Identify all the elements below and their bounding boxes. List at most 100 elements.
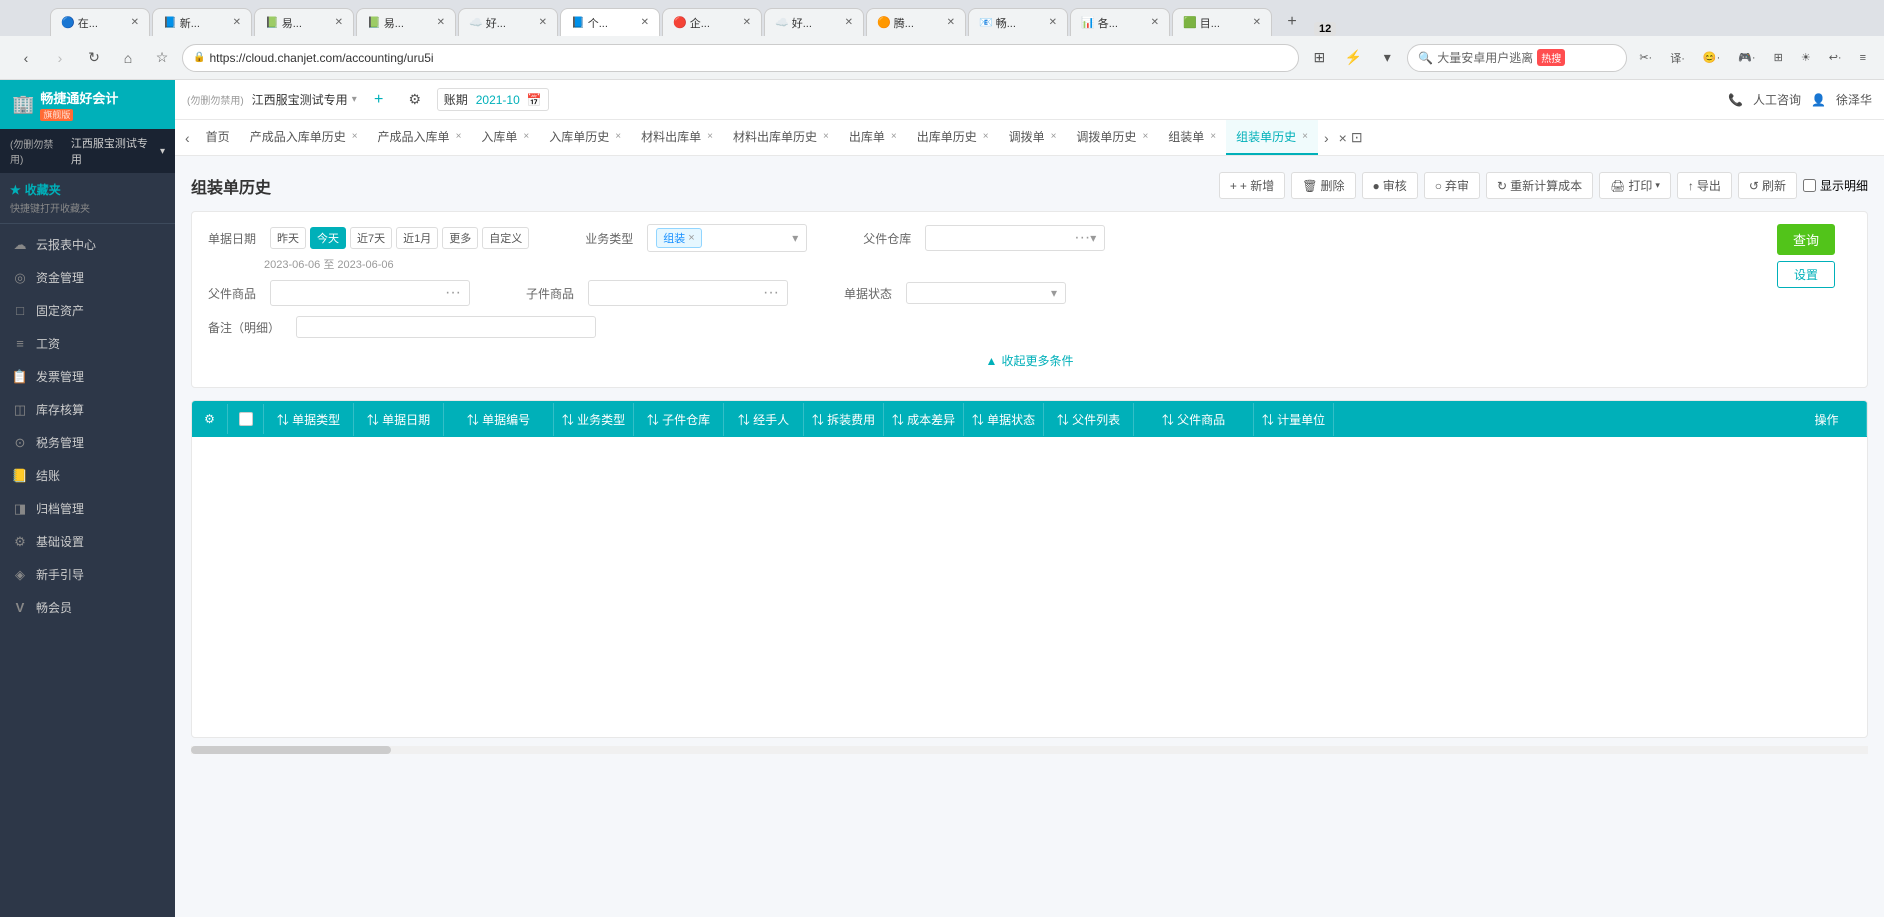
- sidebar-item-settlement[interactable]: 📒 结账: [0, 459, 175, 492]
- tab-close-icon[interactable]: ×: [456, 131, 462, 142]
- favorites-sub[interactable]: 快捷键打开收藏夹: [10, 200, 165, 215]
- menu-button[interactable]: ≡: [1854, 50, 1872, 66]
- th-dismantle-cost[interactable]: ⇅ 拆装费用: [804, 403, 884, 436]
- tab-close-icon[interactable]: ×: [523, 131, 529, 142]
- browser-tab[interactable]: ☁️ 好... ✕: [458, 8, 558, 36]
- address-bar[interactable]: 🔒 https://cloud.chanjet.com/accounting/u…: [182, 44, 1299, 72]
- th-biz-type[interactable]: ⇅ 业务类型: [554, 403, 634, 436]
- tabs-close-all[interactable]: ×: [1339, 130, 1347, 146]
- nav-tab-home[interactable]: 首页: [196, 120, 240, 155]
- user-service-link[interactable]: 人工咨询: [1753, 91, 1801, 108]
- sidebar-item-basic-settings[interactable]: ⚙ 基础设置: [0, 525, 175, 558]
- emoji-button[interactable]: 😊·: [1697, 49, 1726, 66]
- browser-tab[interactable]: 🔴 企... ✕: [662, 8, 762, 36]
- sidebar-item-fund-mgmt[interactable]: ◎ 资金管理: [0, 261, 175, 294]
- refresh-button-page[interactable]: ↺ 刷新: [1738, 172, 1797, 199]
- new-tab-button[interactable]: +: [1278, 8, 1306, 36]
- browser-search[interactable]: 🔍 大量安卓用户逃离 热搜: [1407, 44, 1627, 72]
- last7days-btn[interactable]: 近7天: [350, 227, 392, 249]
- extensions-button[interactable]: ⊞: [1305, 44, 1333, 72]
- print-button[interactable]: 🖨 打印 ▾: [1599, 172, 1671, 199]
- th-check[interactable]: [228, 404, 264, 434]
- delete-button[interactable]: 🗑 删除: [1291, 172, 1355, 199]
- nav-tab-inbound[interactable]: 入库单 ×: [471, 120, 539, 155]
- theme-button[interactable]: ☀: [1795, 49, 1817, 66]
- dropdown-arrow-icon[interactable]: ▾: [1090, 231, 1096, 245]
- search-button[interactable]: 查询: [1777, 224, 1835, 255]
- nav-tab-assembly-finished[interactable]: 产成品入库单 ×: [368, 120, 472, 155]
- cut-button[interactable]: ✂·: [1633, 49, 1658, 66]
- sidebar-item-member[interactable]: V 畅会员: [0, 591, 175, 624]
- bookmark-button[interactable]: ☆: [148, 44, 176, 72]
- add-button[interactable]: + + 新增: [1219, 172, 1285, 199]
- browser-tab[interactable]: 📧 畅... ✕: [968, 8, 1068, 36]
- th-handler[interactable]: ⇅ 经手人: [724, 403, 804, 436]
- browser-tab[interactable]: 🟠 腾... ✕: [866, 8, 966, 36]
- dots-icon2[interactable]: ···: [445, 284, 461, 302]
- collapse-filter-btn[interactable]: ▲ 收起更多条件: [208, 346, 1851, 375]
- sidebar-item-salary[interactable]: ≡ 工资: [0, 327, 175, 360]
- browser-tab[interactable]: 📊 各... ✕: [1070, 8, 1170, 36]
- yesterday-btn[interactable]: 昨天: [270, 227, 306, 249]
- tab-close-icon[interactable]: ×: [707, 131, 713, 142]
- nav-tab-material-outbound-history[interactable]: 材料出库单历史 ×: [723, 120, 839, 155]
- company-selector[interactable]: (勿删勿禁用) 江西服宝测试专用 ▾: [0, 129, 175, 173]
- sidebar-item-tax[interactable]: ⊙ 税务管理: [0, 426, 175, 459]
- forward-button[interactable]: ›: [46, 44, 74, 72]
- tab-close-icon[interactable]: ×: [1051, 131, 1057, 142]
- add-company-button[interactable]: +: [365, 86, 393, 114]
- th-bill-type[interactable]: ⇅ 单据类型: [264, 403, 354, 436]
- nav-tab-material-outbound[interactable]: 材料出库单 ×: [631, 120, 723, 155]
- nav-tab-inbound-history[interactable]: 入库单历史 ×: [539, 120, 631, 155]
- dropdown-arrow-status[interactable]: ▾: [1051, 286, 1057, 300]
- th-bill-status[interactable]: ⇅ 单据状态: [964, 403, 1044, 436]
- browser-tab-active[interactable]: 📘 个... ✕: [560, 8, 660, 36]
- th-parent-list[interactable]: ⇅ 父件列表: [1044, 403, 1134, 436]
- sidebar-item-cloud-report[interactable]: ☁ 云报表中心: [0, 228, 175, 261]
- grid-button[interactable]: ⊞: [1768, 49, 1789, 66]
- flash-button[interactable]: ⚡: [1339, 44, 1367, 72]
- company-selector-btn[interactable]: (勿删勿禁用) 江西服宝测试专用 ▾: [187, 91, 357, 108]
- export-button[interactable]: ↑ 导出: [1677, 172, 1732, 199]
- nav-tab-outbound-history[interactable]: 出库单历史 ×: [907, 120, 999, 155]
- abandon-button[interactable]: ○ 弃审: [1424, 172, 1480, 199]
- last1month-btn[interactable]: 近1月: [396, 227, 438, 249]
- sidebar-item-new-guide[interactable]: ◈ 新手引导: [0, 558, 175, 591]
- tabs-scroll-left[interactable]: ‹: [179, 126, 196, 150]
- select-all-checkbox[interactable]: [239, 412, 253, 426]
- th-parent-goods[interactable]: ⇅ 父件商品: [1134, 403, 1254, 436]
- biz-type-dropdown-arrow[interactable]: ▾: [792, 231, 798, 245]
- nav-tab-assembly-history-finished[interactable]: 产成品入库单历史 ×: [240, 120, 368, 155]
- nav-tab-assembly[interactable]: 组装单 ×: [1158, 120, 1226, 155]
- tag-remove-icon[interactable]: ×: [688, 232, 694, 244]
- settings-gear-button[interactable]: ⚙: [401, 86, 429, 114]
- show-detail-input[interactable]: [1803, 179, 1816, 192]
- th-unit[interactable]: ⇅ 计量单位: [1254, 403, 1334, 436]
- tab-count-badge[interactable]: 12: [1314, 22, 1336, 36]
- browser-tab[interactable]: 📗 易... ✕: [356, 8, 456, 36]
- th-cost-diff[interactable]: ⇅ 成本差异: [884, 403, 964, 436]
- th-settings[interactable]: ⚙: [192, 404, 228, 434]
- review-button[interactable]: ● 审核: [1362, 172, 1418, 199]
- remark-input[interactable]: [296, 316, 596, 338]
- sidebar-item-archive[interactable]: ◨ 归档管理: [0, 492, 175, 525]
- custom-btn[interactable]: 自定义: [482, 227, 529, 249]
- today-btn[interactable]: 今天: [310, 227, 346, 249]
- game-button[interactable]: 🎮·: [1732, 49, 1761, 66]
- browser-tab[interactable]: 🟩 目... ✕: [1172, 8, 1272, 36]
- dots-icon3[interactable]: ···: [763, 284, 779, 302]
- tabs-more[interactable]: ⊡: [1351, 129, 1363, 146]
- tab-close-icon[interactable]: ×: [1210, 131, 1216, 142]
- translate-button[interactable]: 译·: [1664, 48, 1691, 68]
- undo-button[interactable]: ↩·: [1823, 49, 1848, 66]
- settings-filter-button[interactable]: 设置: [1777, 261, 1835, 288]
- tabs-scroll-right[interactable]: ›: [1318, 126, 1335, 150]
- browser-tab[interactable]: 📘 新... ✕: [152, 8, 252, 36]
- nav-tab-transfer-history[interactable]: 调拨单历史 ×: [1066, 120, 1158, 155]
- tab-close-icon[interactable]: ×: [891, 131, 897, 142]
- nav-tab-transfer[interactable]: 调拨单 ×: [999, 120, 1067, 155]
- period-selector[interactable]: 账期 2021-10 📅: [437, 88, 549, 111]
- nav-tab-assembly-history[interactable]: 组装单历史 ×: [1226, 120, 1318, 155]
- nav-tab-outbound[interactable]: 出库单 ×: [839, 120, 907, 155]
- tab-close-icon[interactable]: ×: [983, 131, 989, 142]
